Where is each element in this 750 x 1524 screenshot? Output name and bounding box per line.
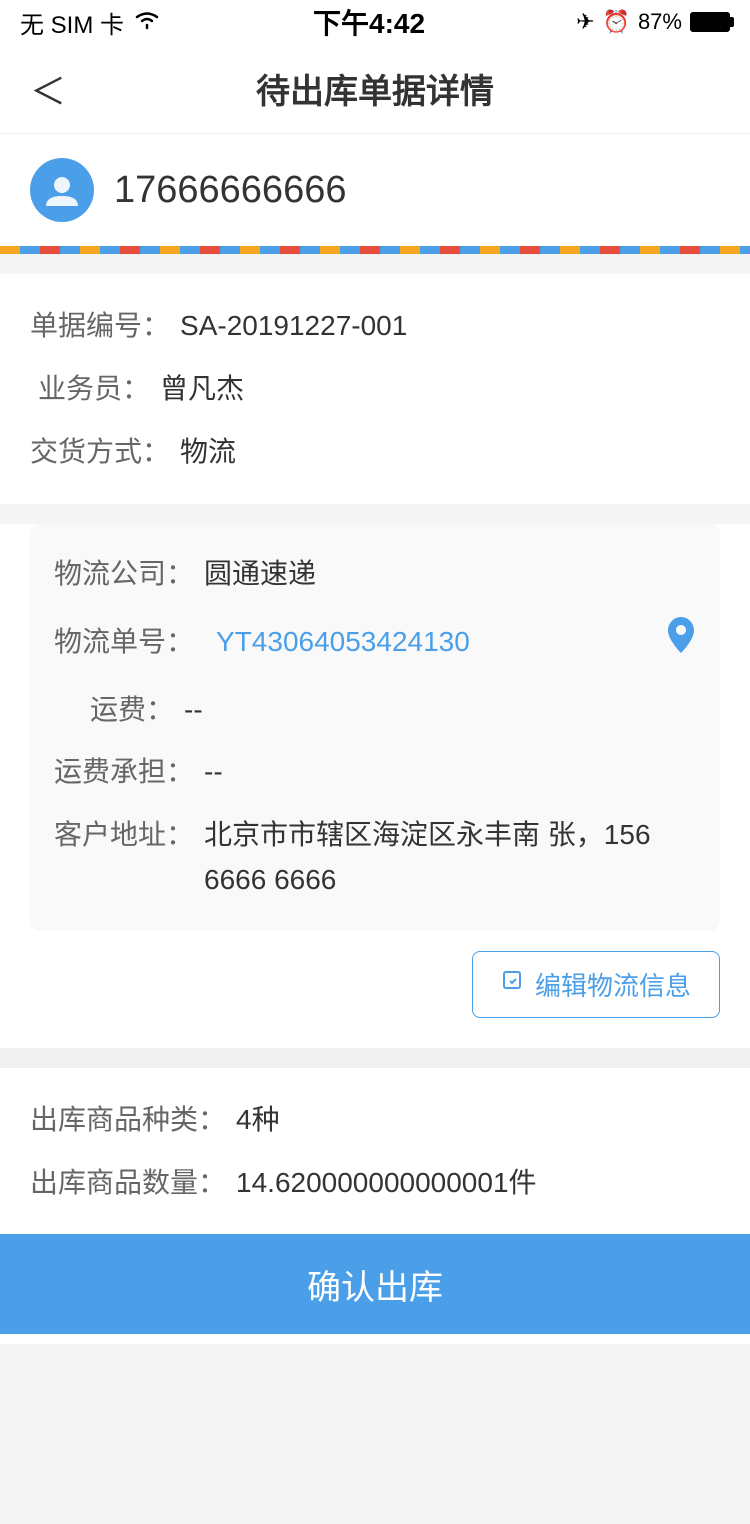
edit-icon	[501, 969, 525, 1000]
goods-quantity-label: 出库商品数量：	[30, 1161, 236, 1206]
customer-phone: 17666666666	[114, 169, 346, 212]
battery-label: 87%	[638, 9, 682, 35]
logistics-company-row: 物流公司： 圆通速递	[54, 552, 696, 597]
salesman-label: 业务员：	[30, 367, 160, 412]
dashed-divider	[0, 246, 750, 254]
address-value: 北京市市辖区海淀区永丰南 张，156 6666 6666	[204, 813, 696, 903]
confirm-label: 确认出库	[307, 1260, 443, 1309]
freight-row: 运费： --	[54, 688, 696, 733]
tracking-row: 物流单号： YT43064053424130	[54, 615, 696, 669]
logistics-company-value: 圆通速递	[204, 552, 696, 597]
salesman-row: 业务员： 曾凡杰	[30, 367, 720, 412]
page-title: 待出库单据详情	[256, 64, 494, 113]
goods-type-row: 出库商品种类： 4种	[30, 1098, 720, 1143]
salesman-value: 曾凡杰	[160, 367, 720, 412]
order-number-label: 单据编号：	[30, 304, 180, 349]
delivery-row: 交货方式： 物流	[30, 430, 720, 475]
tracking-label: 物流单号：	[54, 620, 204, 665]
back-button[interactable]: ＜	[30, 63, 66, 115]
bottom-spacer	[0, 1344, 750, 1524]
delivery-label: 交货方式：	[30, 430, 180, 475]
address-label: 客户地址：	[54, 813, 204, 858]
freight-bearer-row: 运费承担： --	[54, 750, 696, 795]
order-number-value: SA-20191227-001	[180, 304, 720, 349]
order-info-section: 单据编号： SA-20191227-001 业务员： 曾凡杰 交货方式： 物流	[0, 274, 750, 504]
customer-header: 17666666666	[0, 134, 750, 246]
customer-avatar	[30, 158, 94, 222]
logistics-company-label: 物流公司：	[54, 552, 204, 597]
logistics-card: 物流公司： 圆通速递 物流单号： YT43064053424130 运费： --…	[30, 524, 720, 930]
status-bar: 无 SIM 卡 下午4:42 ✈ ⏰ 87%	[0, 0, 750, 44]
freight-value: --	[184, 688, 696, 733]
location-pin-icon[interactable]	[666, 615, 696, 669]
logistics-section: 物流公司： 圆通速递 物流单号： YT43064053424130 运费： --…	[0, 524, 750, 1047]
tracking-value: YT43064053424130	[216, 620, 654, 665]
edit-logistics-button[interactable]: 编辑物流信息	[472, 951, 720, 1018]
time-label: 下午4:42	[313, 2, 425, 42]
battery-icon	[690, 12, 730, 32]
address-row: 客户地址： 北京市市辖区海淀区永丰南 张，156 6666 6666	[54, 813, 696, 903]
goods-quantity-value: 14.620000000000001件	[236, 1161, 720, 1206]
freight-label: 运费：	[54, 688, 184, 733]
carrier-label: 无 SIM 卡	[20, 5, 124, 40]
alarm-icon: ⏰	[603, 9, 630, 35]
status-left: 无 SIM 卡	[20, 5, 162, 40]
wifi-icon	[132, 8, 162, 37]
status-right: ✈ ⏰ 87%	[576, 9, 730, 35]
freight-bearer-label: 运费承担：	[54, 750, 204, 795]
goods-type-label: 出库商品种类：	[30, 1098, 236, 1143]
order-number-row: 单据编号： SA-20191227-001	[30, 304, 720, 349]
goods-quantity-row: 出库商品数量： 14.620000000000001件	[30, 1161, 720, 1206]
goods-type-value: 4种	[236, 1098, 720, 1143]
nav-bar: ＜ 待出库单据详情	[0, 44, 750, 134]
freight-bearer-value: --	[204, 750, 696, 795]
delivery-value: 物流	[180, 430, 720, 475]
location-icon: ✈	[576, 9, 594, 35]
gray-separator	[0, 1048, 750, 1068]
confirm-button[interactable]: 确认出库	[0, 1234, 750, 1334]
edit-logistics-wrapper: 编辑物流信息	[30, 931, 720, 1018]
edit-logistics-label: 编辑物流信息	[535, 966, 691, 1003]
